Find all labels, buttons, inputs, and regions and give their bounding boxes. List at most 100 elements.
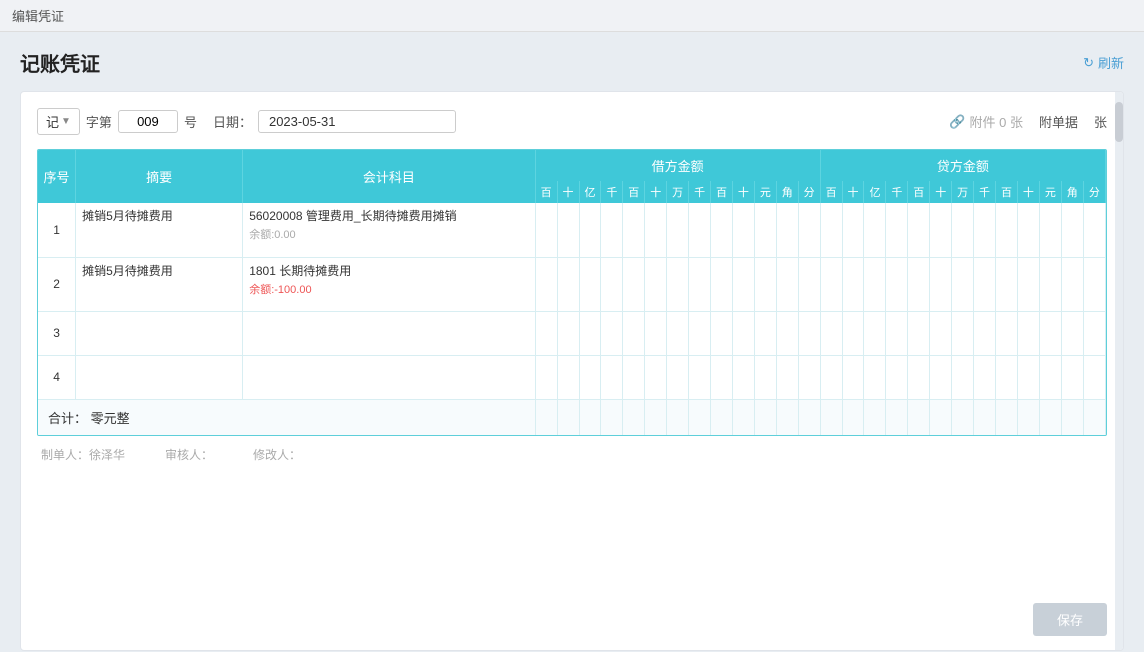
cell-credit-4-1[interactable] [820, 355, 842, 399]
cell-debit-4-13[interactable] [798, 355, 820, 399]
cell-credit-1-3[interactable] [864, 203, 886, 257]
cell-debit-1-6[interactable] [645, 203, 667, 257]
cell-credit-2-7[interactable] [952, 257, 974, 311]
cell-debit-3-1[interactable] [535, 311, 557, 355]
cell-account-2[interactable]: 1801 长期待摊费用余额:-100.00 [243, 257, 535, 311]
cell-debit-2-13[interactable] [798, 257, 820, 311]
cell-debit-1-12[interactable] [776, 203, 798, 257]
cell-credit-1-10[interactable] [1017, 203, 1039, 257]
cell-debit-3-8[interactable] [689, 311, 711, 355]
cell-credit-1-2[interactable] [842, 203, 864, 257]
cell-credit-2-10[interactable] [1017, 257, 1039, 311]
cell-debit-4-10[interactable] [732, 355, 754, 399]
cell-debit-4-3[interactable] [579, 355, 601, 399]
cell-debit-2-9[interactable] [711, 257, 733, 311]
cell-credit-2-4[interactable] [886, 257, 908, 311]
cell-summary-2[interactable]: 摊销5月待摊费用 [76, 257, 243, 311]
cell-credit-2-8[interactable] [974, 257, 996, 311]
cell-debit-1-3[interactable] [579, 203, 601, 257]
cell-debit-1-9[interactable] [711, 203, 733, 257]
cell-credit-1-8[interactable] [974, 203, 996, 257]
cell-debit-1-8[interactable] [689, 203, 711, 257]
cell-debit-3-12[interactable] [776, 311, 798, 355]
cell-credit-1-9[interactable] [996, 203, 1018, 257]
cell-credit-1-7[interactable] [952, 203, 974, 257]
cell-credit-3-5[interactable] [908, 311, 930, 355]
cell-debit-3-4[interactable] [601, 311, 623, 355]
cell-debit-2-4[interactable] [601, 257, 623, 311]
cell-debit-3-3[interactable] [579, 311, 601, 355]
cell-credit-2-12[interactable] [1061, 257, 1083, 311]
cell-debit-3-2[interactable] [557, 311, 579, 355]
cell-credit-2-9[interactable] [996, 257, 1018, 311]
cell-debit-2-11[interactable] [754, 257, 776, 311]
cell-credit-3-7[interactable] [952, 311, 974, 355]
cell-credit-2-2[interactable] [842, 257, 864, 311]
cell-credit-4-10[interactable] [1017, 355, 1039, 399]
cell-credit-2-5[interactable] [908, 257, 930, 311]
cell-debit-3-11[interactable] [754, 311, 776, 355]
attach-doc-button[interactable]: 附单据 [1039, 112, 1078, 131]
cell-debit-1-13[interactable] [798, 203, 820, 257]
cell-credit-4-13[interactable] [1083, 355, 1105, 399]
cell-debit-4-5[interactable] [623, 355, 645, 399]
date-input[interactable] [258, 110, 456, 133]
cell-debit-2-10[interactable] [732, 257, 754, 311]
cell-debit-4-9[interactable] [711, 355, 733, 399]
cell-debit-3-5[interactable] [623, 311, 645, 355]
scrollbar-thumb[interactable] [1115, 102, 1123, 142]
cell-credit-3-6[interactable] [930, 311, 952, 355]
cell-credit-2-11[interactable] [1039, 257, 1061, 311]
cell-credit-3-4[interactable] [886, 311, 908, 355]
cell-credit-4-8[interactable] [974, 355, 996, 399]
cell-credit-1-5[interactable] [908, 203, 930, 257]
cell-debit-1-11[interactable] [754, 203, 776, 257]
cell-summary-3[interactable] [76, 311, 243, 355]
cell-debit-3-9[interactable] [711, 311, 733, 355]
cell-credit-3-8[interactable] [974, 311, 996, 355]
cell-debit-2-5[interactable] [623, 257, 645, 311]
cell-debit-1-10[interactable] [732, 203, 754, 257]
cell-summary-4[interactable] [76, 355, 243, 399]
cell-credit-1-1[interactable] [820, 203, 842, 257]
scrollbar-track[interactable] [1115, 92, 1123, 650]
cell-credit-1-13[interactable] [1083, 203, 1105, 257]
cell-debit-3-10[interactable] [732, 311, 754, 355]
cell-debit-4-12[interactable] [776, 355, 798, 399]
cell-debit-1-4[interactable] [601, 203, 623, 257]
cell-credit-3-2[interactable] [842, 311, 864, 355]
cell-credit-2-3[interactable] [864, 257, 886, 311]
cell-summary-1[interactable]: 摊销5月待摊费用 [76, 203, 243, 257]
cell-credit-3-3[interactable] [864, 311, 886, 355]
cell-credit-4-12[interactable] [1061, 355, 1083, 399]
cell-account-3[interactable] [243, 311, 535, 355]
cell-credit-2-6[interactable] [930, 257, 952, 311]
cell-credit-2-1[interactable] [820, 257, 842, 311]
refresh-button[interactable]: ↻ 刷新 [1083, 53, 1124, 72]
cell-debit-1-5[interactable] [623, 203, 645, 257]
cell-credit-1-11[interactable] [1039, 203, 1061, 257]
cell-debit-4-2[interactable] [557, 355, 579, 399]
cell-debit-1-2[interactable] [557, 203, 579, 257]
cell-account-1[interactable]: 56020008 管理费用_长期待摊费用摊销余额:0.00 [243, 203, 535, 257]
cell-debit-2-12[interactable] [776, 257, 798, 311]
cell-credit-4-9[interactable] [996, 355, 1018, 399]
cell-credit-1-4[interactable] [886, 203, 908, 257]
cell-credit-3-13[interactable] [1083, 311, 1105, 355]
cell-debit-4-6[interactable] [645, 355, 667, 399]
cell-credit-4-11[interactable] [1039, 355, 1061, 399]
cell-credit-3-1[interactable] [820, 311, 842, 355]
cell-credit-4-2[interactable] [842, 355, 864, 399]
cell-credit-3-10[interactable] [1017, 311, 1039, 355]
save-button[interactable]: 保存 [1033, 603, 1107, 636]
cell-credit-1-12[interactable] [1061, 203, 1083, 257]
cell-credit-4-4[interactable] [886, 355, 908, 399]
cell-debit-3-13[interactable] [798, 311, 820, 355]
cell-debit-4-11[interactable] [754, 355, 776, 399]
cell-credit-3-9[interactable] [996, 311, 1018, 355]
cell-debit-4-1[interactable] [535, 355, 557, 399]
cell-debit-2-7[interactable] [667, 257, 689, 311]
cell-debit-4-7[interactable] [667, 355, 689, 399]
cell-debit-1-7[interactable] [667, 203, 689, 257]
cell-debit-4-8[interactable] [689, 355, 711, 399]
